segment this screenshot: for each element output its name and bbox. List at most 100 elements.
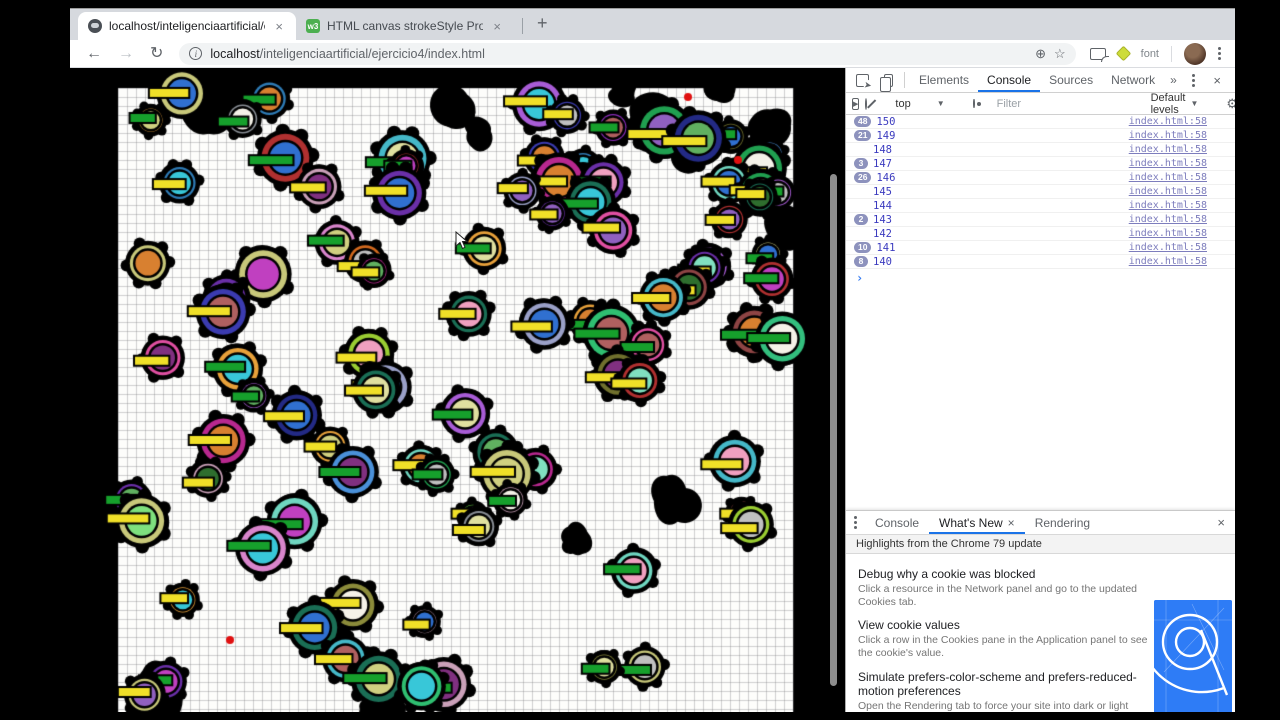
console-filter-input[interactable] bbox=[996, 97, 1139, 110]
browser-window: localhost/inteligenciaartificial/e × w3 … bbox=[70, 8, 1235, 712]
log-source-link[interactable]: index.html:58 bbox=[1129, 172, 1207, 183]
clear-console-icon[interactable] bbox=[865, 97, 868, 110]
page-info-icon[interactable]: i bbox=[189, 47, 203, 60]
address-bar[interactable]: i localhost/inteligenciaartificial/ejerc… bbox=[179, 42, 1076, 65]
reload-button[interactable]: ↻ bbox=[144, 45, 169, 62]
devtools-tab-sources[interactable]: Sources bbox=[1040, 68, 1102, 92]
whats-new-item: Simulate prefers-color-scheme and prefer… bbox=[858, 670, 1153, 713]
console-sidebar-icon[interactable]: ▶ bbox=[852, 97, 860, 110]
drawer-tab-bar: Console What's New × Rendering × bbox=[846, 511, 1235, 535]
context-label: top bbox=[895, 97, 911, 110]
whats-new-item-heading[interactable]: Debug why a cookie was blocked bbox=[858, 567, 1153, 581]
whats-new-item-heading[interactable]: View cookie values bbox=[858, 618, 1153, 632]
tab-strip: localhost/inteligenciaartificial/e × w3 … bbox=[70, 8, 1235, 40]
cast-icon[interactable] bbox=[1089, 47, 1109, 62]
log-source-link[interactable]: index.html:58 bbox=[1129, 242, 1207, 253]
whats-new-item: Debug why a cookie was blocked Click a re… bbox=[858, 567, 1153, 609]
log-value: 143 bbox=[873, 213, 892, 226]
devtools-tab-bar: ElementsConsoleSourcesNetwork » × bbox=[846, 68, 1235, 93]
tab-close-icon[interactable]: × bbox=[490, 19, 504, 34]
inspect-element-icon[interactable] bbox=[850, 73, 875, 87]
drawer-menu-icon[interactable] bbox=[846, 516, 865, 529]
devtools-drawer: Console What's New × Rendering × Highlights… bbox=[846, 510, 1235, 712]
console-settings-gear-icon[interactable]: ⚙ bbox=[1226, 96, 1235, 112]
devtools-close-icon[interactable]: × bbox=[1203, 73, 1231, 88]
tab-localhost[interactable]: localhost/inteligenciaartificial/e × bbox=[78, 12, 296, 40]
profile-avatar[interactable] bbox=[1184, 42, 1206, 65]
log-value: 140 bbox=[873, 255, 892, 268]
whats-new-subheader: Highlights from the Chrome 79 update bbox=[846, 535, 1235, 554]
tab-separator bbox=[522, 18, 523, 34]
log-value: 148 bbox=[873, 143, 892, 156]
badge-spacer bbox=[854, 144, 873, 155]
console-log-row: 21 149 index.html:58 bbox=[846, 129, 1235, 143]
devtools-tab-network[interactable]: Network bbox=[1102, 68, 1164, 92]
levels-label: Default levels bbox=[1150, 91, 1186, 116]
drawer-tab-console[interactable]: Console bbox=[865, 511, 929, 534]
devtools-panel: ElementsConsoleSourcesNetwork » × ▶ top … bbox=[845, 68, 1235, 712]
log-value: 141 bbox=[876, 241, 896, 254]
tab-w3schools[interactable]: w3 HTML canvas strokeStyle Prop × bbox=[296, 12, 514, 40]
log-source-link[interactable]: index.html:58 bbox=[1129, 158, 1207, 169]
chrome-79-blueprint-image bbox=[1154, 600, 1232, 712]
devtools-tab-elements[interactable]: Elements bbox=[910, 68, 978, 92]
chevron-down-icon: ▼ bbox=[1190, 99, 1199, 108]
localhost-favicon-icon bbox=[88, 19, 102, 33]
log-source-link[interactable]: index.html:58 bbox=[1129, 228, 1207, 239]
back-button[interactable]: ← bbox=[80, 45, 108, 62]
zoom-page-icon[interactable]: ⊕ bbox=[1035, 46, 1046, 62]
new-tab-button[interactable]: + bbox=[531, 14, 554, 32]
whats-new-item-body: Click a row in the Cookies pane in the A… bbox=[858, 634, 1148, 660]
browser-menu-icon[interactable] bbox=[1218, 47, 1221, 60]
tab-close-icon[interactable]: × bbox=[272, 19, 286, 34]
log-source-link[interactable]: index.html:58 bbox=[1129, 186, 1207, 197]
url-host: localhost bbox=[210, 46, 260, 61]
devtools-divider bbox=[904, 72, 905, 88]
log-value: 147 bbox=[873, 157, 892, 170]
devtools-tab-console[interactable]: Console bbox=[978, 68, 1040, 92]
toolbar-right-icons: font bbox=[1086, 42, 1225, 65]
live-expression-eye-icon[interactable] bbox=[972, 99, 982, 108]
log-value: 149 bbox=[876, 129, 896, 142]
tab-title: localhost/inteligenciaartificial/e bbox=[109, 19, 266, 33]
device-toolbar-icon[interactable] bbox=[875, 73, 899, 92]
forward-button[interactable]: → bbox=[112, 45, 140, 62]
drawer-tab-close-icon[interactable]: × bbox=[1008, 516, 1015, 530]
log-source-link[interactable]: index.html:58 bbox=[1129, 130, 1207, 141]
tab-title: HTML canvas strokeStyle Prop bbox=[327, 19, 484, 33]
log-levels-dropdown[interactable]: Default levels ▼ bbox=[1145, 92, 1205, 116]
log-source-link[interactable]: index.html:58 bbox=[1129, 256, 1207, 267]
whats-new-item-body: Open the Rendering tab to force your sit… bbox=[858, 699, 1129, 712]
mouse-cursor bbox=[455, 231, 469, 250]
font-extension-label[interactable]: font bbox=[1141, 48, 1159, 60]
log-source-link[interactable]: index.html:58 bbox=[1129, 144, 1207, 155]
console-log-row: 148 index.html:58 bbox=[846, 143, 1235, 157]
bookmark-star-icon[interactable]: ☆ bbox=[1054, 46, 1066, 62]
console-prompt-caret[interactable]: › bbox=[846, 269, 1235, 285]
whats-new-body: Debug why a cookie was blocked Click a re… bbox=[846, 554, 1235, 712]
log-source-link[interactable]: index.html:58 bbox=[1129, 116, 1207, 127]
whats-new-item-heading[interactable]: Simulate prefers-color-scheme and prefer… bbox=[858, 670, 1153, 698]
badge-spacer bbox=[854, 186, 873, 197]
log-source-link[interactable]: index.html:58 bbox=[1129, 214, 1207, 225]
console-log-row: 145 index.html:58 bbox=[846, 185, 1235, 199]
repeat-count-badge: 26 bbox=[854, 172, 872, 183]
more-tabs-icon[interactable]: » bbox=[1164, 73, 1183, 87]
badge-spacer bbox=[854, 228, 873, 239]
drawer-tab-what-s-new[interactable]: What's New × bbox=[929, 511, 1025, 534]
simulation-canvas[interactable] bbox=[70, 68, 845, 712]
console-log-row: 8 140 index.html:58 bbox=[846, 255, 1235, 269]
console-log-row: 142 index.html:58 bbox=[846, 227, 1235, 241]
w3schools-favicon-icon: w3 bbox=[306, 19, 320, 33]
execution-context-dropdown[interactable]: top ▼ bbox=[889, 98, 950, 110]
page-scrollbar[interactable] bbox=[830, 174, 837, 686]
window-content: ElementsConsoleSourcesNetwork » × ▶ top … bbox=[70, 68, 1235, 712]
log-source-link[interactable]: index.html:58 bbox=[1129, 200, 1207, 211]
drawer-tab-rendering[interactable]: Rendering bbox=[1025, 511, 1100, 534]
extension-icon[interactable] bbox=[1115, 45, 1131, 62]
toolbar-divider bbox=[1171, 45, 1172, 62]
drawer-close-icon[interactable]: × bbox=[1207, 515, 1235, 530]
repeat-count-badge: 48 bbox=[854, 116, 872, 127]
devtools-menu-icon[interactable] bbox=[1184, 73, 1203, 87]
whats-new-item: View cookie values Click a row in the Coo… bbox=[858, 618, 1153, 660]
